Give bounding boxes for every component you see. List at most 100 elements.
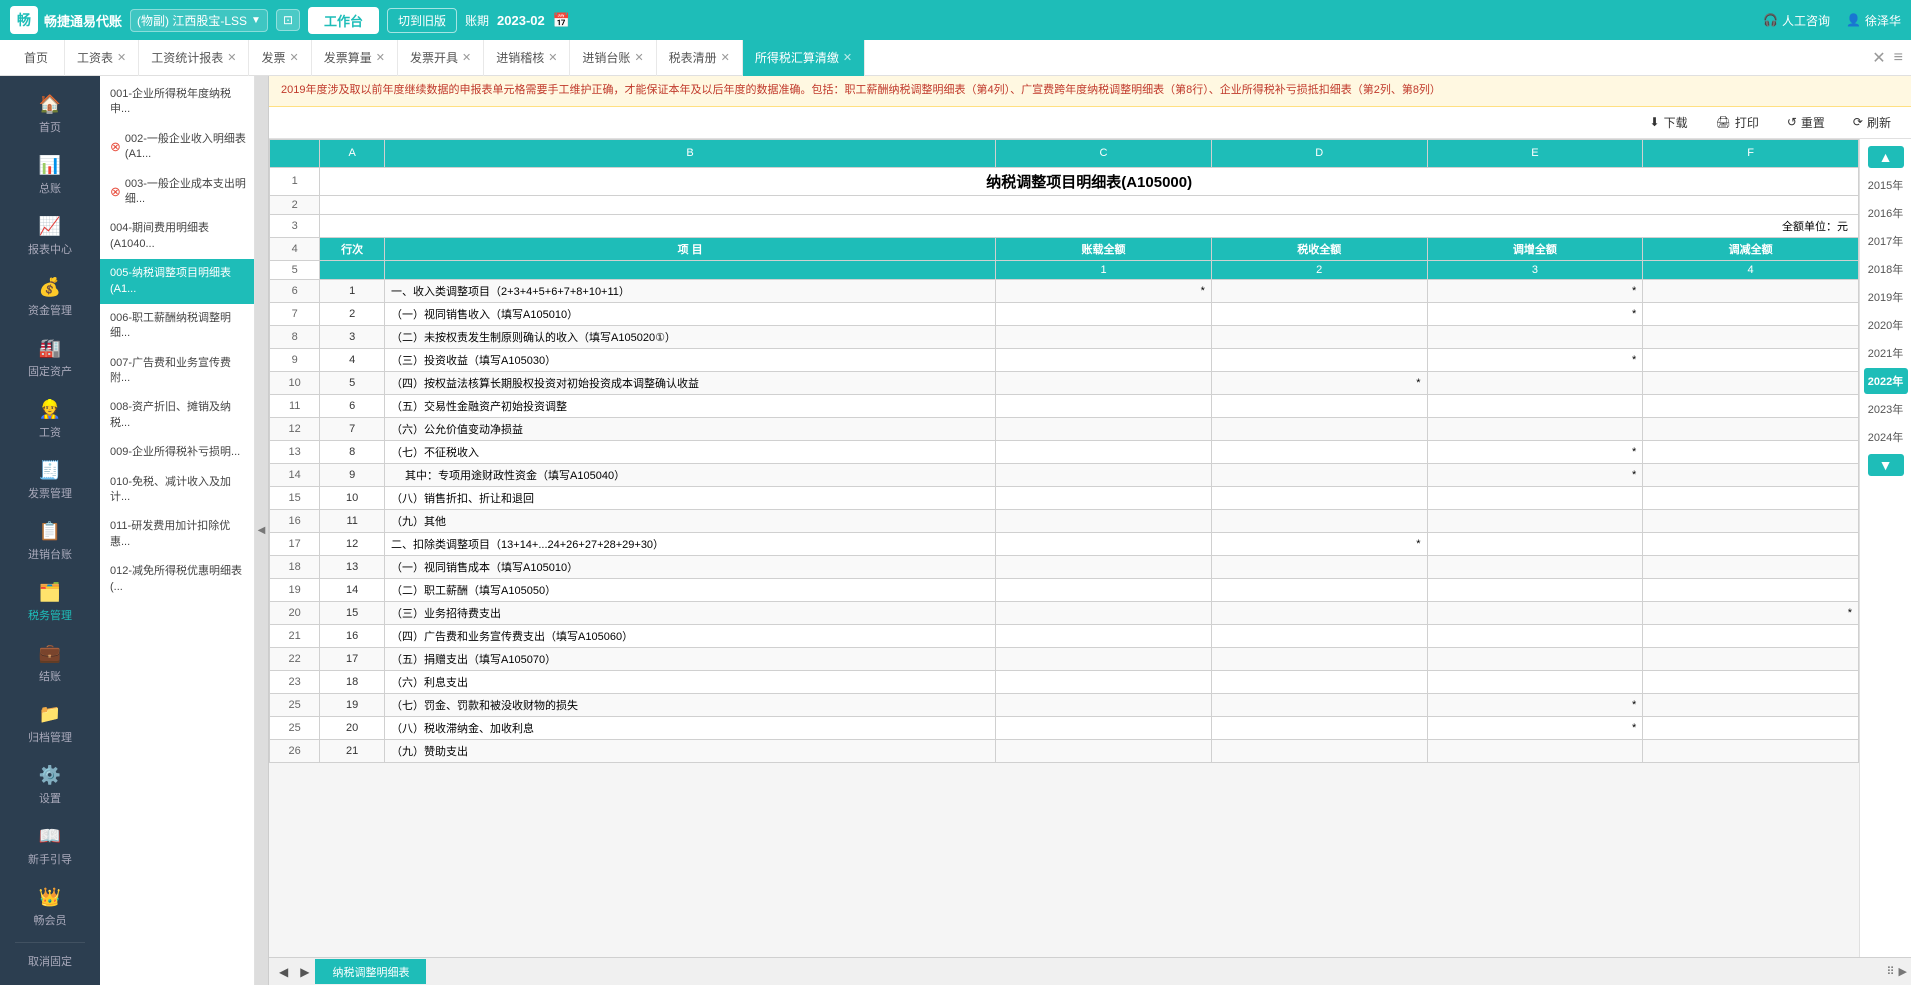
left-panel-item-006[interactable]: 006-职工薪酬纳税调整明细...	[100, 304, 254, 349]
item-name[interactable]: （一）视同销售收入（填写A105010）	[385, 302, 996, 325]
amount-f[interactable]	[1643, 578, 1859, 601]
amount-f[interactable]	[1643, 394, 1859, 417]
tab-invoice-open[interactable]: 发票开具 ✕	[398, 40, 484, 76]
support-button[interactable]: 🎧 人工咨询	[1763, 12, 1830, 29]
left-panel-item-008[interactable]: 008-资产折旧、摊销及纳税...	[100, 393, 254, 438]
year-item-2017[interactable]: 2017年	[1864, 228, 1908, 254]
item-name[interactable]: （八）税收滞纳金、加收利息	[385, 716, 996, 739]
close-icon[interactable]: ✕	[227, 51, 236, 64]
left-panel-item-007[interactable]: 007-广告费和业务宣传费附...	[100, 349, 254, 394]
left-panel-item-009[interactable]: 009-企业所得税补亏损明...	[100, 438, 254, 467]
scroll-left-icon[interactable]: ⠿	[1886, 965, 1894, 978]
amount-e[interactable]: *	[1427, 348, 1643, 371]
item-name[interactable]: （九）赞助支出	[385, 739, 996, 762]
item-name[interactable]: （一）视同销售成本（填写A105010）	[385, 555, 996, 578]
item-name[interactable]: （三）投资收益（填写A105030）	[385, 348, 996, 371]
tab-salary[interactable]: 工资表 ✕	[65, 40, 139, 76]
amount-e[interactable]	[1427, 532, 1643, 555]
amount-f[interactable]	[1643, 371, 1859, 394]
amount-f[interactable]	[1643, 348, 1859, 371]
amount-e[interactable]	[1427, 601, 1643, 624]
amount-e[interactable]	[1427, 486, 1643, 509]
close-icon[interactable]: ✕	[376, 51, 385, 64]
refresh-button[interactable]: ⟳ 刷新	[1845, 111, 1899, 134]
amount-f[interactable]	[1643, 555, 1859, 578]
year-item-2019[interactable]: 2019年	[1864, 284, 1908, 310]
item-name[interactable]: （三）业务招待费支出	[385, 601, 996, 624]
tab-purchase-ledger[interactable]: 进销台账 ✕	[570, 40, 656, 76]
unpin-button[interactable]: 取消固定	[22, 947, 78, 975]
amount-c[interactable]	[996, 440, 1212, 463]
sidebar-item-guide[interactable]: 📖 新手引导	[0, 816, 100, 877]
amount-f[interactable]	[1643, 670, 1859, 693]
tab-income-tax[interactable]: 所得税汇算清缴 ✕	[743, 40, 865, 76]
amount-c[interactable]	[996, 486, 1212, 509]
close-icon[interactable]: ✕	[462, 51, 471, 64]
menu-button[interactable]: ≡	[1894, 49, 1903, 67]
tab-tax-form[interactable]: 税表清册 ✕	[657, 40, 743, 76]
amount-d[interactable]	[1211, 394, 1427, 417]
left-panel-item-012[interactable]: 012-减免所得税优惠明细表(...	[100, 557, 254, 602]
amount-d[interactable]	[1211, 647, 1427, 670]
amount-d[interactable]	[1211, 601, 1427, 624]
sidebar-item-home[interactable]: 🏠 首页	[0, 84, 100, 145]
close-icon[interactable]: ✕	[721, 51, 730, 64]
workbench-button[interactable]: 工作台	[308, 7, 379, 34]
amount-d[interactable]	[1211, 739, 1427, 762]
close-icon[interactable]: ✕	[634, 51, 643, 64]
amount-c[interactable]	[996, 325, 1212, 348]
close-icon[interactable]: ✕	[843, 51, 852, 64]
sidebar-item-finance[interactable]: 💰 资金管理	[0, 267, 100, 328]
amount-e[interactable]	[1427, 325, 1643, 348]
item-name[interactable]: （五）交易性金融资产初始投资调整	[385, 394, 996, 417]
amount-d[interactable]: *	[1211, 532, 1427, 555]
amount-f[interactable]	[1643, 486, 1859, 509]
amount-d[interactable]	[1211, 348, 1427, 371]
item-name[interactable]: （七）罚金、罚款和被没收财物的损失	[385, 693, 996, 716]
amount-d[interactable]	[1211, 670, 1427, 693]
amount-d[interactable]	[1211, 302, 1427, 325]
amount-c[interactable]: *	[996, 279, 1212, 302]
amount-d[interactable]	[1211, 325, 1427, 348]
copy-button[interactable]: ⊡	[276, 9, 300, 31]
sidebar-item-assets[interactable]: 🏭 固定资产	[0, 328, 100, 389]
left-panel-item-011[interactable]: 011-研发费用加计扣除优惠...	[100, 512, 254, 557]
amount-d[interactable]	[1211, 578, 1427, 601]
left-panel-item-005[interactable]: 005-纳税调整项目明细表(A1...	[100, 259, 254, 304]
amount-c[interactable]	[996, 693, 1212, 716]
sidebar-item-close[interactable]: 💼 结账	[0, 633, 100, 694]
amount-e[interactable]: *	[1427, 463, 1643, 486]
amount-d[interactable]	[1211, 509, 1427, 532]
amount-d[interactable]	[1211, 486, 1427, 509]
sidebar-item-settings[interactable]: ⚙️ 设置	[0, 755, 100, 816]
sidebar-item-purchase[interactable]: 📋 进销台账	[0, 511, 100, 572]
tab-invoice-calc[interactable]: 发票算量 ✕	[312, 40, 398, 76]
year-up-button[interactable]: ▲	[1868, 146, 1904, 168]
amount-e[interactable]	[1427, 555, 1643, 578]
amount-d[interactable]	[1211, 716, 1427, 739]
old-version-button[interactable]: 切到旧版	[387, 8, 457, 33]
amount-c[interactable]	[996, 371, 1212, 394]
left-panel-item-001[interactable]: 001-企业所得税年度纳税申...	[100, 80, 254, 125]
left-panel-item-003[interactable]: ⊗003-一般企业成本支出明细...	[100, 170, 254, 215]
sidebar-item-report[interactable]: 📈 报表中心	[0, 206, 100, 267]
item-name[interactable]: 其中：专项用途财政性资金（填写A105040）	[385, 463, 996, 486]
close-icon[interactable]: ✕	[290, 51, 299, 64]
year-item-2015[interactable]: 2015年	[1864, 172, 1908, 198]
item-name[interactable]: （六）利息支出	[385, 670, 996, 693]
panel-collapse-button[interactable]: ◀	[255, 76, 269, 985]
amount-f[interactable]	[1643, 739, 1859, 762]
user-info[interactable]: 👤 徐泽华	[1846, 12, 1901, 29]
year-item-2024[interactable]: 2024年	[1864, 424, 1908, 450]
reset-button[interactable]: ↺ 重置	[1779, 111, 1833, 134]
download-button[interactable]: ⬇ 下载	[1642, 111, 1696, 134]
amount-e[interactable]	[1427, 371, 1643, 394]
amount-f[interactable]	[1643, 417, 1859, 440]
amount-d[interactable]	[1211, 279, 1427, 302]
amount-e[interactable]: *	[1427, 693, 1643, 716]
left-panel-item-002[interactable]: ⊗002-一般企业收入明细表(A1...	[100, 125, 254, 170]
amount-f[interactable]	[1643, 647, 1859, 670]
item-name[interactable]: （二）职工薪酬（填写A105050）	[385, 578, 996, 601]
amount-f[interactable]	[1643, 463, 1859, 486]
sheet-tab-main[interactable]: 纳税调整明细表	[315, 959, 426, 984]
